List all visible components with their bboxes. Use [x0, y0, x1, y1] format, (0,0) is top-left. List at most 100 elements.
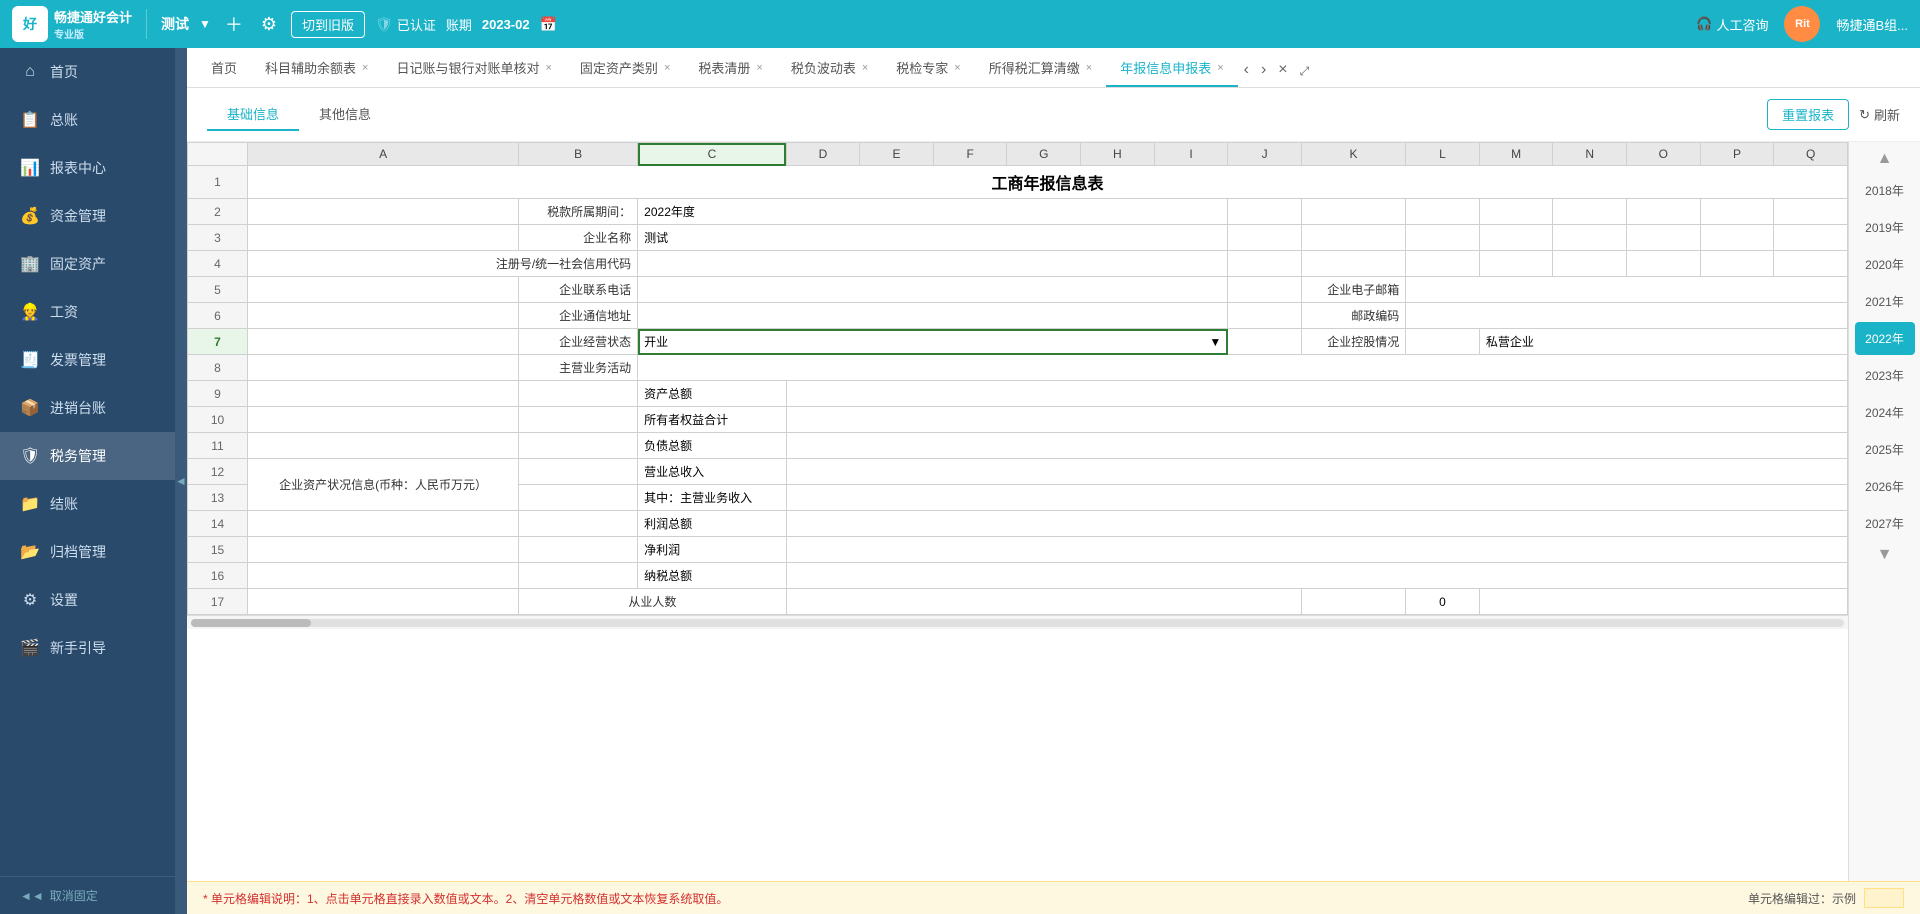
cell-8-A[interactable]	[248, 355, 519, 381]
cell-6-B[interactable]: 企业通信地址	[519, 303, 638, 329]
col-header-H[interactable]: H	[1081, 143, 1155, 166]
cell-5-K[interactable]: 企业电子邮箱	[1301, 277, 1405, 303]
cell-7-M[interactable]: 私营企业	[1479, 329, 1847, 355]
calendar-icon[interactable]: 📅	[540, 16, 557, 33]
cell-1-title[interactable]: 工商年报信息表	[248, 166, 1848, 199]
cell-5-C[interactable]	[638, 277, 1228, 303]
col-header-Q[interactable]: Q	[1774, 143, 1848, 166]
tab-close-tax-check[interactable]: ×	[954, 62, 960, 74]
year-item-2018[interactable]: 2018年	[1855, 174, 1915, 207]
cell-2-B[interactable]: 税款所属期间：	[519, 199, 638, 225]
cell-7-A[interactable]	[248, 329, 519, 355]
cell-7-L[interactable]	[1406, 329, 1480, 355]
cell-4-M[interactable]	[1479, 251, 1553, 277]
col-header-K[interactable]: K	[1301, 143, 1405, 166]
tab-annual-report[interactable]: 年报信息申报表 ×	[1106, 50, 1237, 87]
sidebar-item-payroll[interactable]: 👷 工资	[0, 288, 175, 336]
unpin-button[interactable]: ◄◄ 取消固定	[0, 876, 175, 914]
reset-button[interactable]: 重置报表	[1767, 99, 1849, 130]
col-header-C[interactable]: C	[638, 143, 786, 166]
tab-close-bank[interactable]: ×	[545, 62, 551, 74]
col-header-L[interactable]: L	[1406, 143, 1480, 166]
cell-7-J[interactable]	[1228, 329, 1302, 355]
settings-button[interactable]: ⚙	[257, 10, 281, 39]
sidebar-item-reports[interactable]: 📊 报表中心	[0, 144, 175, 192]
cell-6-J[interactable]	[1228, 303, 1302, 329]
cell-11-C[interactable]: 负债总额	[638, 433, 786, 459]
cell-3-Q[interactable]	[1774, 225, 1848, 251]
cell-7-B[interactable]: 企业经营状态	[519, 329, 638, 355]
cell-13-C[interactable]: 其中：主营业务收入	[638, 485, 786, 511]
sidebar-item-assets[interactable]: 🏢 固定资产	[0, 240, 175, 288]
cell-3-M[interactable]	[1479, 225, 1553, 251]
tab-subject[interactable]: 科目辅助余额表 ×	[251, 50, 382, 87]
cell-2-M[interactable]	[1479, 199, 1553, 225]
cell-9-A[interactable]	[248, 381, 519, 407]
cell-6-K[interactable]: 邮政编码	[1301, 303, 1405, 329]
cell-9-D[interactable]	[786, 381, 1847, 407]
tab-tax-fluctuation[interactable]: 税负波动表 ×	[777, 50, 882, 87]
sidebar-item-guide[interactable]: 🎬 新手引导	[0, 624, 175, 672]
tab-fixed-assets[interactable]: 固定资产类别 ×	[566, 50, 684, 87]
cell-3-P[interactable]	[1700, 225, 1774, 251]
cell-3-O[interactable]	[1627, 225, 1701, 251]
switch-version-button[interactable]: 切到旧版	[291, 11, 365, 38]
cell-4-O[interactable]	[1627, 251, 1701, 277]
cell-3-C[interactable]: 测试	[638, 225, 1228, 251]
col-header-A[interactable]: A	[248, 143, 519, 166]
cell-7-K[interactable]: 企业控股情况	[1301, 329, 1405, 355]
subtab-other[interactable]: 其他信息	[299, 98, 391, 131]
cell-3-N[interactable]	[1553, 225, 1627, 251]
cell-3-L[interactable]	[1406, 225, 1480, 251]
cell-6-A[interactable]	[248, 303, 519, 329]
cell-17-L[interactable]	[1479, 589, 1847, 615]
company-dropdown-icon[interactable]: ▼	[199, 17, 211, 31]
add-tab-button[interactable]: ＋	[221, 7, 247, 41]
col-header-G[interactable]: G	[1007, 143, 1081, 166]
cell-4-L[interactable]	[1406, 251, 1480, 277]
year-item-2026[interactable]: 2026年	[1855, 470, 1915, 503]
scroll-track[interactable]	[191, 619, 1844, 627]
year-item-2021[interactable]: 2021年	[1855, 285, 1915, 318]
horizontal-scrollbar[interactable]	[187, 615, 1848, 629]
year-item-2022[interactable]: 2022年	[1855, 322, 1915, 355]
cell-2-O[interactable]	[1627, 199, 1701, 225]
year-item-2023[interactable]: 2023年	[1855, 359, 1915, 392]
cell-12-C[interactable]: 营业总收入	[638, 459, 786, 485]
sidebar-item-funds[interactable]: 💰 资金管理	[0, 192, 175, 240]
spreadsheet-main[interactable]: A B C D E F G H I J K L	[187, 142, 1848, 881]
tab-close-income-tax[interactable]: ×	[1086, 62, 1092, 74]
col-header-N[interactable]: N	[1553, 143, 1627, 166]
sidebar-item-home[interactable]: ⌂ 首页	[0, 48, 175, 96]
cell-4-P[interactable]	[1700, 251, 1774, 277]
cell-10-A[interactable]	[248, 407, 519, 433]
refresh-button[interactable]: ↻ 刷新	[1859, 99, 1900, 130]
cell-5-J[interactable]	[1228, 277, 1302, 303]
cell-14-B[interactable]	[519, 511, 638, 537]
cell-15-A[interactable]	[248, 537, 519, 563]
cell-10-D[interactable]	[786, 407, 1847, 433]
cell-16-A[interactable]	[248, 563, 519, 589]
cell-2-Q[interactable]	[1774, 199, 1848, 225]
cell-4-AB[interactable]: 注册号/统一社会信用代码	[248, 251, 638, 277]
cell-15-D[interactable]	[786, 537, 1847, 563]
year-item-2024[interactable]: 2024年	[1855, 396, 1915, 429]
cell-4-Q[interactable]	[1774, 251, 1848, 277]
year-item-2027[interactable]: 2027年	[1855, 507, 1915, 540]
tab-home[interactable]: 首页	[197, 50, 251, 87]
cell-11-B[interactable]	[519, 433, 638, 459]
cell-17-D[interactable]	[786, 589, 1301, 615]
cell-13-D[interactable]	[786, 485, 1847, 511]
cell-11-D[interactable]	[786, 433, 1847, 459]
cell-17-A[interactable]	[248, 589, 519, 615]
scroll-thumb[interactable]	[191, 619, 311, 627]
sidebar-item-inventory[interactable]: 📦 进销台账	[0, 384, 175, 432]
support-button[interactable]: 🎧 人工咨询	[1696, 15, 1768, 34]
cell-9-C[interactable]: 资产总额	[638, 381, 786, 407]
year-item-2019[interactable]: 2019年	[1855, 211, 1915, 244]
cell-12-A[interactable]: 企业资产状况信息(币种：人民币万元）	[248, 459, 519, 511]
tab-close-annual-report[interactable]: ×	[1217, 62, 1223, 74]
col-header-B[interactable]: B	[519, 143, 638, 166]
sidebar-item-close[interactable]: 📁 结账	[0, 480, 175, 528]
cell-17-J[interactable]	[1301, 589, 1405, 615]
